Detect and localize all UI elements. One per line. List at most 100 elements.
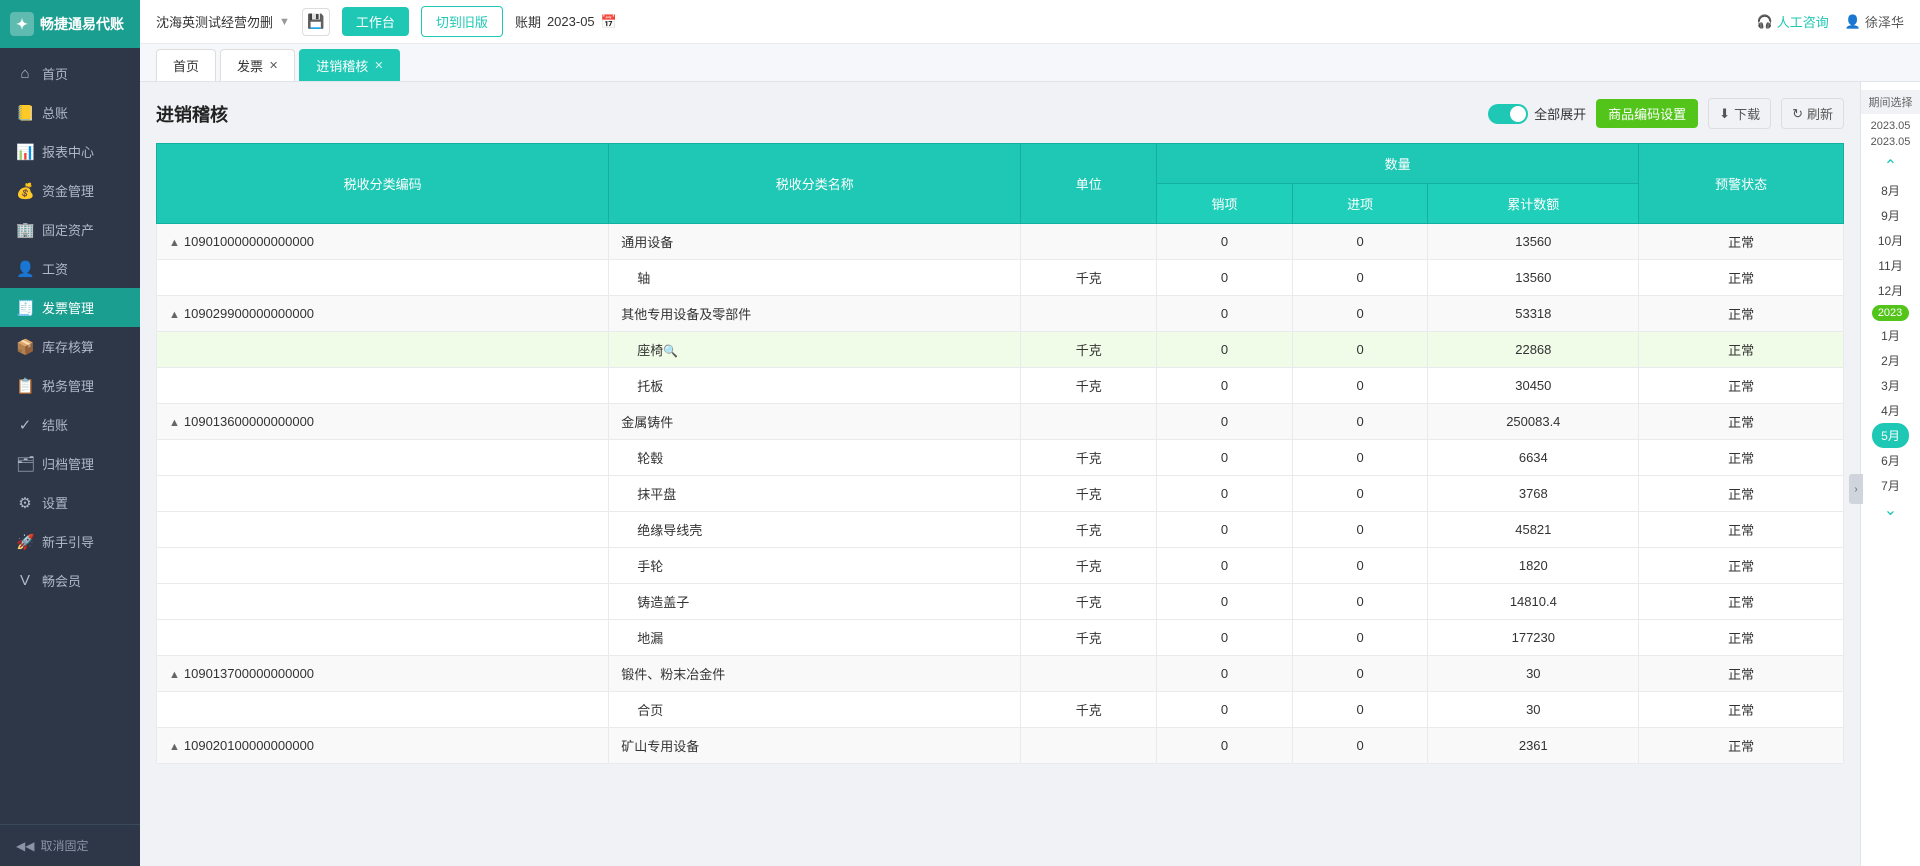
table-row[interactable]: 手轮 千克 0 0 1820 正常: [157, 548, 1844, 584]
period-month-12月[interactable]: 12月: [1872, 278, 1909, 303]
company-selector[interactable]: 沈海英测试经营勿删 ▼: [156, 12, 290, 31]
row-name: 金属铸件: [609, 404, 1021, 440]
sidebar-label-guide: 新手引导: [42, 532, 94, 551]
row-code: ▲109013600000000000: [157, 404, 609, 440]
th-tax-name: 税收分类名称: [609, 144, 1021, 224]
row-unit: 千克: [1021, 620, 1157, 656]
product-code-button[interactable]: 商品编码设置: [1596, 99, 1698, 128]
period-value: 2023-05: [547, 14, 595, 29]
save-button[interactable]: 💾: [302, 8, 330, 36]
row-total: 177230: [1428, 620, 1639, 656]
table-row[interactable]: 绝缘导线壳 千克 0 0 45821 正常: [157, 512, 1844, 548]
sidebar-item-member[interactable]: V畅会员: [0, 561, 140, 600]
expand-toggle[interactable]: 全部展开: [1488, 104, 1586, 124]
reports-icon: 📊: [16, 143, 34, 161]
switch-version-button[interactable]: 切到旧版: [421, 6, 503, 37]
sidebar-footer[interactable]: ◀◀ 取消固定: [0, 824, 140, 866]
row-unit: [1021, 296, 1157, 332]
th-purchase: 进项: [1292, 184, 1428, 224]
refresh-button[interactable]: ↻ 刷新: [1781, 98, 1844, 129]
workbench-button[interactable]: 工作台: [342, 7, 409, 36]
table-row[interactable]: 地漏 千克 0 0 177230 正常: [157, 620, 1844, 656]
sidebar-item-invoice[interactable]: 🧾发票管理: [0, 288, 140, 327]
period-month-6月[interactable]: 6月: [1872, 448, 1909, 473]
pin-icon: ◀◀: [16, 839, 34, 853]
scroll-up-button[interactable]: ⌃: [1884, 154, 1897, 178]
table-row[interactable]: 轴 千克 0 0 13560 正常: [157, 260, 1844, 296]
row-status: 正常: [1639, 584, 1844, 620]
row-status: 正常: [1639, 692, 1844, 728]
assets-icon: 🏢: [16, 221, 34, 239]
period-month-4月[interactable]: 4月: [1872, 398, 1909, 423]
sidebar-item-assets[interactable]: 🏢固定资产: [0, 210, 140, 249]
period-month-3月[interactable]: 3月: [1872, 373, 1909, 398]
row-name: 合页: [609, 692, 1021, 728]
table-row: ▲109013700000000000 锻件、粉末冶金件 0 0 30 正常: [157, 656, 1844, 692]
calendar-icon[interactable]: 📅: [601, 14, 617, 30]
row-name: 矿山专用设备: [609, 728, 1021, 764]
download-button[interactable]: ⬇ 下载: [1708, 98, 1771, 129]
sidebar-item-home[interactable]: ⌂首页: [0, 54, 140, 93]
table-row[interactable]: 铸造盖子 千克 0 0 14810.4 正常: [157, 584, 1844, 620]
topbar: 沈海英测试经营勿删 ▼ 💾 工作台 切到旧版 账期 2023-05 📅 🎧 人工…: [140, 0, 1920, 44]
page-body: 进销稽核 全部展开 商品编码设置 ⬇ 下载 ↻ 刷: [140, 82, 1860, 866]
row-purchase: 0: [1292, 512, 1428, 548]
period-month-1月[interactable]: 1月: [1872, 323, 1909, 348]
period-month-2月[interactable]: 2月: [1872, 348, 1909, 373]
sidebar-item-settle[interactable]: ✓结账: [0, 405, 140, 444]
guide-icon: 🚀: [16, 533, 34, 551]
sidebar-item-guide[interactable]: 🚀 新手引导: [0, 522, 140, 561]
tab-reconcile[interactable]: 进销稽核✕: [299, 49, 400, 81]
sidebar-item-reports[interactable]: 📊报表中心: [0, 132, 140, 171]
user-area[interactable]: 👤 徐泽华: [1845, 12, 1904, 31]
table-row: ▲109020100000000000 矿山专用设备 0 0 2361 正常: [157, 728, 1844, 764]
sidebar-label-archive: 归档管理: [42, 454, 94, 473]
sidebar-item-tax[interactable]: 📋税务管理: [0, 366, 140, 405]
row-name: 轮毂: [609, 440, 1021, 476]
sidebar-item-archive[interactable]: 🗂归档管理: [0, 444, 140, 483]
row-status: 正常: [1639, 296, 1844, 332]
row-sale: 0: [1157, 296, 1293, 332]
refresh-icon: ↻: [1792, 106, 1803, 122]
scroll-down-button[interactable]: ⌄: [1884, 498, 1897, 522]
sidebar-item-salary[interactable]: 👤工资: [0, 249, 140, 288]
tab-home[interactable]: 首页: [156, 49, 216, 81]
tab-label-home: 首页: [173, 56, 199, 75]
sidebar-item-settings[interactable]: ⚙设置: [0, 483, 140, 522]
sidebar-item-ledger[interactable]: 📒总账: [0, 93, 140, 132]
period-month-7月[interactable]: 7月: [1872, 473, 1909, 498]
panel-toggle-button[interactable]: ›: [1849, 474, 1863, 504]
table-row: ▲109029900000000000 其他专用设备及零部件 0 0 53318…: [157, 296, 1844, 332]
period-year-marker[interactable]: 2023: [1872, 305, 1909, 321]
row-total: 53318: [1428, 296, 1639, 332]
row-name: 托板: [609, 368, 1021, 404]
table-row[interactable]: 座椅🔍 千克 0 0 22868 正常: [157, 332, 1844, 368]
row-code: [157, 584, 609, 620]
table-row[interactable]: 轮毂 千克 0 0 6634 正常: [157, 440, 1844, 476]
tab-invoice[interactable]: 发票✕: [220, 49, 295, 81]
search-icon[interactable]: 🔍: [663, 344, 678, 358]
toggle-track[interactable]: [1488, 104, 1528, 124]
row-purchase: 0: [1292, 548, 1428, 584]
period-month-5月[interactable]: 5月: [1872, 423, 1909, 448]
period-month-8月[interactable]: 8月: [1872, 178, 1909, 203]
th-warning: 预警状态: [1639, 144, 1844, 224]
period-month-11月[interactable]: 11月: [1872, 253, 1909, 278]
table-row[interactable]: 合页 千克 0 0 30 正常: [157, 692, 1844, 728]
row-name: 座椅🔍: [609, 332, 1021, 368]
tab-close-invoice[interactable]: ✕: [269, 59, 278, 72]
sidebar-item-capital[interactable]: 💰资金管理: [0, 171, 140, 210]
row-unit: [1021, 404, 1157, 440]
row-code: ▲109020100000000000: [157, 728, 609, 764]
period-month-9月[interactable]: 9月: [1872, 203, 1909, 228]
settings-icon: ⚙: [16, 494, 34, 512]
table-row[interactable]: 抹平盘 千克 0 0 3768 正常: [157, 476, 1844, 512]
table-row[interactable]: 托板 千克 0 0 30450 正常: [157, 368, 1844, 404]
headset-icon: 🎧: [1757, 14, 1773, 30]
sidebar-item-inventory[interactable]: 📦库存核算: [0, 327, 140, 366]
sidebar-label-capital: 资金管理: [42, 181, 94, 200]
tab-close-reconcile[interactable]: ✕: [374, 59, 383, 72]
service-button[interactable]: 🎧 人工咨询: [1757, 12, 1829, 31]
period-month-10月[interactable]: 10月: [1872, 228, 1909, 253]
sidebar-label-tax: 税务管理: [42, 376, 94, 395]
